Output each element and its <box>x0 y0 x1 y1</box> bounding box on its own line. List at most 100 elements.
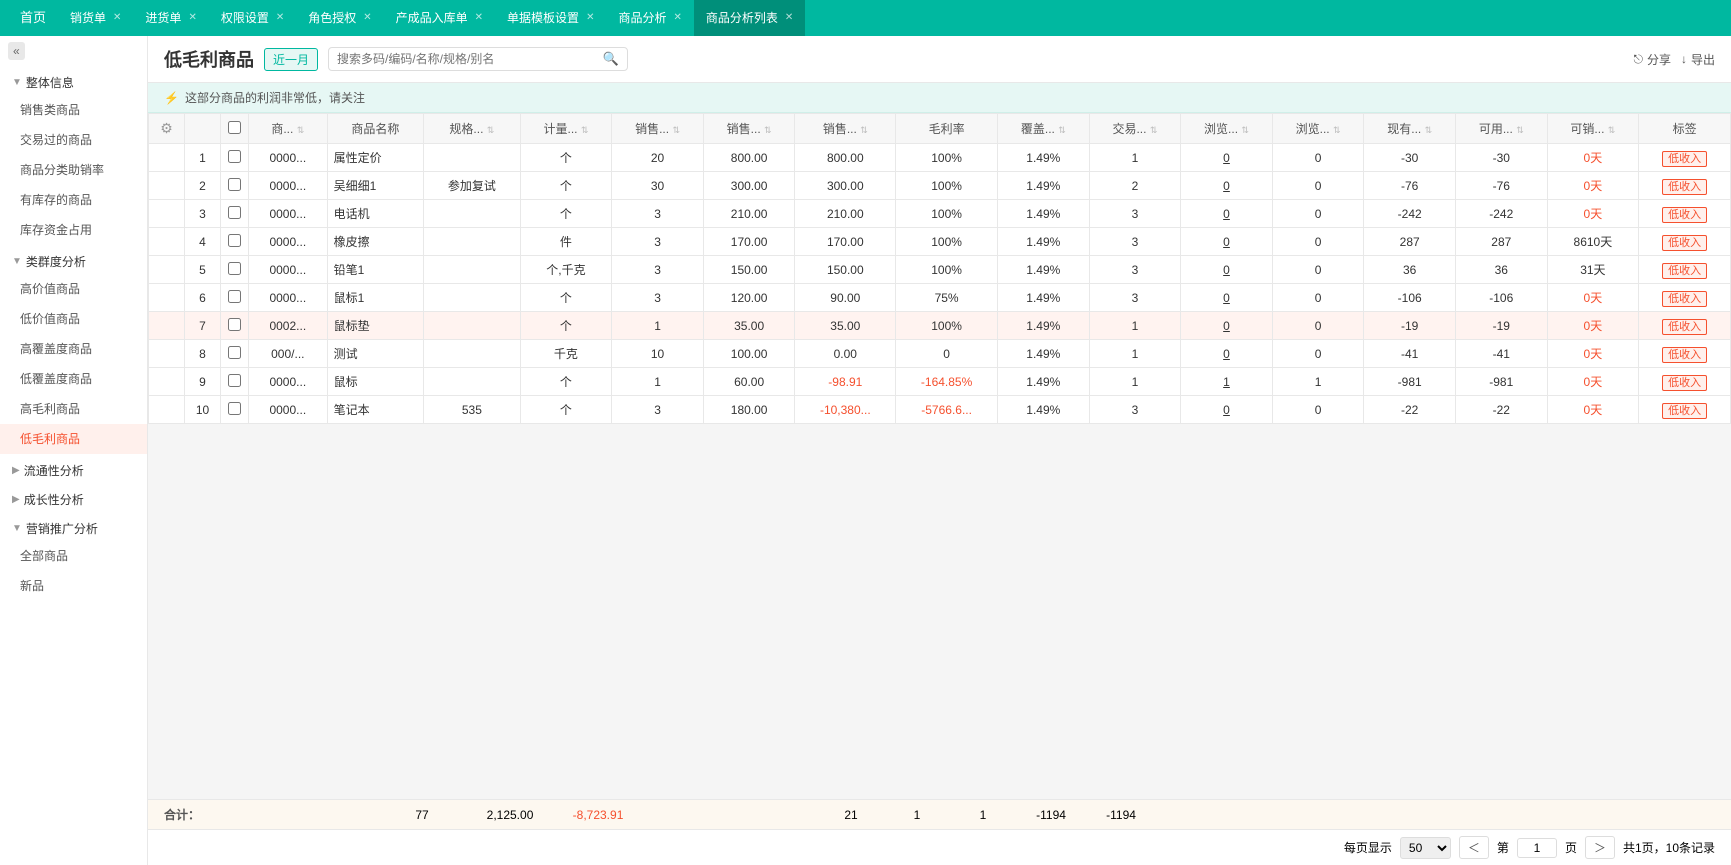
nav-product-analysis[interactable]: 商品分析 ✕ <box>606 0 693 36</box>
sidebar-group-cluster[interactable]: ▼ 类群度分析 <box>0 245 147 274</box>
th-browse1[interactable]: 浏览... ⇅ <box>1181 114 1273 144</box>
nav-permissions[interactable]: 权限设置 ✕ <box>209 0 296 36</box>
sidebar-item-high-coverage[interactable]: 高覆盖度商品 <box>0 334 147 364</box>
cell-browse1[interactable]: 0 <box>1181 200 1273 228</box>
row-checkbox[interactable] <box>228 206 241 219</box>
cell-check[interactable] <box>221 368 249 396</box>
th-sales-qty[interactable]: 销售... ⇅ <box>612 114 704 144</box>
search-input[interactable] <box>337 52 603 66</box>
cell-check[interactable] <box>221 256 249 284</box>
cell-name[interactable]: 鼠标1 <box>327 284 424 312</box>
sidebar-item-stock-capital[interactable]: 库存资金占用 <box>0 215 147 245</box>
nav-purchase[interactable]: 进货单 ✕ <box>133 0 208 36</box>
nav-product-analysis-list[interactable]: 商品分析列表 ✕ <box>694 0 805 36</box>
cell-name[interactable]: 笔记本 <box>327 396 424 424</box>
cell-name[interactable]: 铅笔1 <box>327 256 424 284</box>
sidebar-item-high-value[interactable]: 高价值商品 <box>0 274 147 304</box>
sidebar-item-in-stock[interactable]: 有库存的商品 <box>0 185 147 215</box>
nav-templates-close[interactable]: ✕ <box>586 0 594 36</box>
row-checkbox[interactable] <box>228 150 241 163</box>
cell-name[interactable]: 鼠标垫 <box>327 312 424 340</box>
nav-sales-close[interactable]: ✕ <box>113 0 121 36</box>
cell-check[interactable] <box>221 228 249 256</box>
cell-check[interactable] <box>221 144 249 172</box>
share-btn[interactable]: ⎋ 分享 <box>1633 51 1671 68</box>
cell-name[interactable]: 吴细细1 <box>327 172 424 200</box>
cell-name[interactable]: 电话机 <box>327 200 424 228</box>
nav-products-entry[interactable]: 产成品入库单 ✕ <box>384 0 495 36</box>
th-transaction[interactable]: 交易... ⇅ <box>1089 114 1181 144</box>
cell-browse1[interactable]: 0 <box>1181 144 1273 172</box>
cell-name[interactable]: 属性定价 <box>327 144 424 172</box>
th-unit[interactable]: 计量... ⇅ <box>520 114 612 144</box>
th-saleable[interactable]: 可销... ⇅ <box>1547 114 1639 144</box>
sidebar-item-low-coverage[interactable]: 低覆盖度商品 <box>0 364 147 394</box>
cell-browse1[interactable]: 0 <box>1181 284 1273 312</box>
page-size-select[interactable]: 50 20 100 <box>1400 837 1451 859</box>
nav-roles[interactable]: 角色授权 ✕ <box>296 0 383 36</box>
row-checkbox[interactable] <box>228 346 241 359</box>
row-checkbox[interactable] <box>228 290 241 303</box>
nav-roles-close[interactable]: ✕ <box>363 0 371 36</box>
th-coverage[interactable]: 覆盖... ⇅ <box>998 114 1090 144</box>
cell-name[interactable]: 鼠标 <box>327 368 424 396</box>
sidebar-item-all-goods[interactable]: 全部商品 <box>0 541 147 571</box>
sidebar-item-low-value[interactable]: 低价值商品 <box>0 304 147 334</box>
th-gross-rate[interactable]: 毛利率 <box>896 114 998 144</box>
row-checkbox[interactable] <box>228 178 241 191</box>
th-tag[interactable]: 标签 <box>1639 114 1731 144</box>
time-filter-btn[interactable]: 近一月 <box>264 48 318 71</box>
sidebar-item-low-margin[interactable]: 低毛利商品 <box>0 424 147 454</box>
cell-check[interactable] <box>221 284 249 312</box>
sidebar-item-category-rate[interactable]: 商品分类助销率 <box>0 155 147 185</box>
cell-browse1[interactable]: 0 <box>1181 396 1273 424</box>
sidebar-group-growth[interactable]: ▶ 成长性分析 <box>0 483 147 512</box>
prev-page-btn[interactable]: ＜ <box>1459 836 1489 859</box>
cell-browse1[interactable]: 0 <box>1181 256 1273 284</box>
th-code[interactable]: 商... ⇅ <box>249 114 328 144</box>
cell-browse1[interactable]: 0 <box>1181 228 1273 256</box>
current-page-input[interactable] <box>1517 838 1557 858</box>
cell-browse1[interactable]: 0 <box>1181 172 1273 200</box>
th-browse2[interactable]: 浏览... ⇅ <box>1272 114 1364 144</box>
cell-check[interactable] <box>221 340 249 368</box>
th-sales-amount[interactable]: 销售... ⇅ <box>703 114 795 144</box>
nav-product-analysis-list-close[interactable]: ✕ <box>785 0 793 36</box>
th-settings[interactable]: ⚙ <box>149 114 185 144</box>
sidebar-group-overall[interactable]: ▼ 整体信息 <box>0 66 147 95</box>
row-checkbox[interactable] <box>228 318 241 331</box>
sidebar-item-new-goods[interactable]: 新品 <box>0 571 147 601</box>
cell-check[interactable] <box>221 172 249 200</box>
select-all-checkbox[interactable] <box>228 121 241 134</box>
cell-check[interactable] <box>221 312 249 340</box>
sidebar-item-sales-goods[interactable]: 销售类商品 <box>0 95 147 125</box>
th-available[interactable]: 可用... ⇅ <box>1455 114 1547 144</box>
cell-name[interactable]: 橡皮擦 <box>327 228 424 256</box>
nav-home[interactable]: 首页 <box>8 0 58 36</box>
sidebar-collapse-btn[interactable]: « <box>8 42 25 60</box>
cell-name[interactable]: 测试 <box>327 340 424 368</box>
settings-icon[interactable]: ⚙ <box>160 120 173 136</box>
sidebar-group-marketing[interactable]: ▼ 营销推广分析 <box>0 512 147 541</box>
cell-browse1[interactable]: 0 <box>1181 340 1273 368</box>
export-btn[interactable]: ↓ 导出 <box>1681 51 1715 68</box>
th-sales-profit[interactable]: 销售... ⇅ <box>795 114 896 144</box>
row-checkbox[interactable] <box>228 234 241 247</box>
row-checkbox[interactable] <box>228 262 241 275</box>
th-spec[interactable]: 规格... ⇅ <box>424 114 521 144</box>
cell-browse1[interactable]: 1 <box>1181 368 1273 396</box>
sidebar-group-flow[interactable]: ▶ 流通性分析 <box>0 454 147 483</box>
cell-check[interactable] <box>221 396 249 424</box>
nav-templates[interactable]: 单据模板设置 ✕ <box>495 0 606 36</box>
nav-product-analysis-close[interactable]: ✕ <box>673 0 681 36</box>
next-page-btn[interactable]: ＞ <box>1585 836 1615 859</box>
row-checkbox[interactable] <box>228 374 241 387</box>
row-checkbox[interactable] <box>228 402 241 415</box>
sidebar-item-traded-goods[interactable]: 交易过的商品 <box>0 125 147 155</box>
th-name[interactable]: 商品名称 <box>327 114 424 144</box>
nav-sales[interactable]: 销货单 ✕ <box>58 0 133 36</box>
nav-permissions-close[interactable]: ✕ <box>276 0 284 36</box>
th-current-stock[interactable]: 现有... ⇅ <box>1364 114 1456 144</box>
nav-products-entry-close[interactable]: ✕ <box>475 0 483 36</box>
cell-check[interactable] <box>221 200 249 228</box>
